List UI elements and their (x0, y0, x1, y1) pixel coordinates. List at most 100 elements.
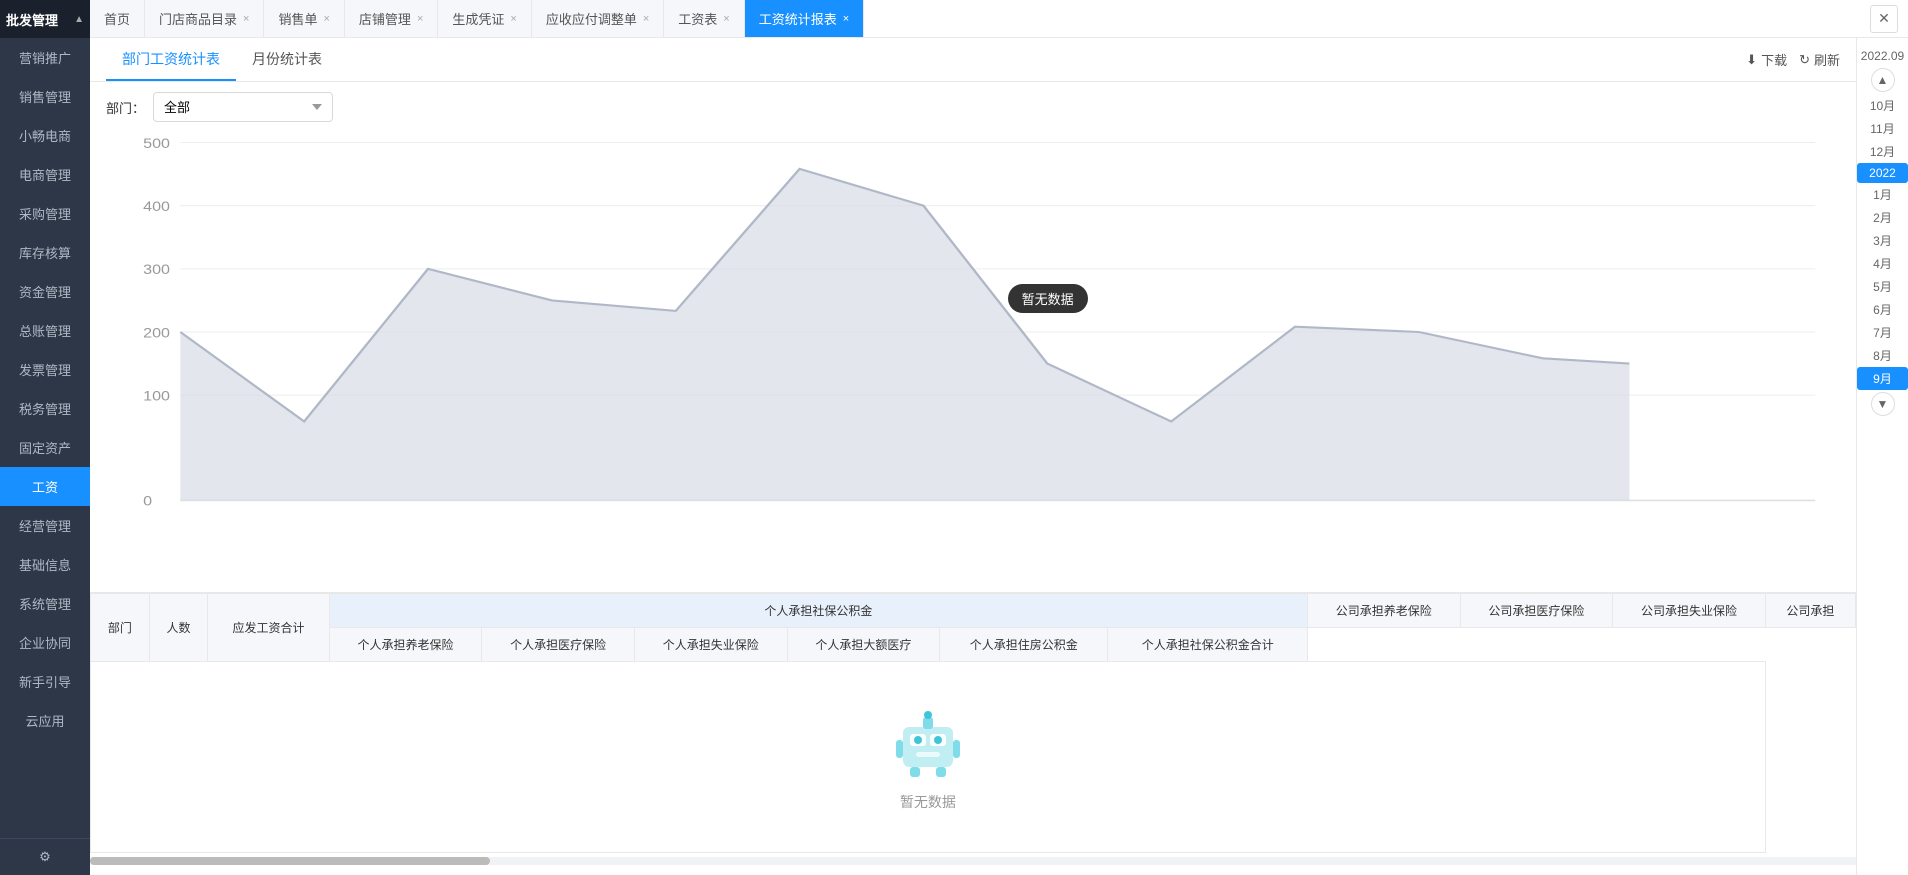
tl-month-3[interactable]: 3月 (1857, 229, 1908, 252)
tl-month-5[interactable]: 5月 (1857, 275, 1908, 298)
tab-close-工资统计报表[interactable]: × (843, 13, 849, 25)
chart-wrap: 500 400 300 200 100 0 (106, 132, 1840, 532)
tl-month-11[interactable]: 11月 (1857, 117, 1908, 140)
tab-close-门店商品目录[interactable]: × (243, 13, 249, 25)
no-data-text: 暂无数据 (131, 792, 1725, 812)
chart-area: 500 400 300 200 100 0 (90, 132, 1856, 592)
sidebar-title: 批发管理 (6, 10, 58, 29)
sidebar-item-基础信息[interactable]: 基础信息 (0, 545, 90, 584)
col-personal-insurance-header: 个人承担社保公积金 (329, 594, 1307, 628)
col-personal-unemployment: 个人承担失业保险 (634, 628, 787, 662)
tab-工资表[interactable]: 工资表× (664, 0, 744, 38)
col-personal-medical: 个人承担医疗保险 (482, 628, 635, 662)
tab-bar-end: ✕ (1866, 5, 1908, 33)
sidebar-toggle-icon[interactable]: ▲ (74, 14, 84, 25)
chart-tooltip: 暂无数据 (1008, 284, 1088, 313)
tl-month-10[interactable]: 10月 (1857, 94, 1908, 117)
sidebar-item-企业协同[interactable]: 企业协同 (0, 623, 90, 662)
tl-month-1[interactable]: 1月 (1857, 183, 1908, 206)
svg-text:300: 300 (143, 262, 170, 278)
close-window-btn[interactable]: ✕ (1870, 5, 1898, 33)
col-total-wage: 应发工资合计 (208, 594, 329, 662)
svg-text:500: 500 (143, 136, 170, 152)
col-personal-total: 个人承担社保公积金合计 (1108, 628, 1308, 662)
sub-tab-actions: ⬇ 下载 ↻ 刷新 (1746, 50, 1840, 69)
sidebar-item-库存核算[interactable]: 库存核算 (0, 233, 90, 272)
sidebar-item-销售管理[interactable]: 销售管理 (0, 77, 90, 116)
sidebar-item-发票管理[interactable]: 发票管理 (0, 350, 90, 389)
tab-门店商品目录[interactable]: 门店商品目录× (145, 0, 264, 38)
tab-生成凭证[interactable]: 生成凭证× (438, 0, 531, 38)
sidebar-item-云应用[interactable]: 云应用 (0, 701, 90, 740)
department-filter-select[interactable]: 全部 (153, 92, 333, 122)
filter-bar: 部门： 全部 (90, 82, 1856, 132)
tl-month-7[interactable]: 7月 (1857, 321, 1908, 344)
col-personal-housing: 个人承担住房公积金 (940, 628, 1108, 662)
main-area: 首页门店商品目录×销售单×店铺管理×生成凭证×应收应付调整单×工资表×工资统计报… (90, 0, 1908, 875)
stats-table: 部门 人数 应发工资合计 个人承担社保公积金 公司承担养老保险 公司承担医疗保险… (90, 593, 1856, 853)
sidebar-settings[interactable]: ⚙ (0, 838, 90, 875)
tab-店铺管理[interactable]: 店铺管理× (345, 0, 438, 38)
download-icon: ⬇ (1746, 52, 1757, 68)
col-company-pension: 公司承担养老保险 (1308, 594, 1461, 628)
content-area: 部门工资统计表 月份统计表 ⬇ 下载 ↻ 刷新 部门： 全部 (90, 38, 1908, 875)
tab-close-应收应付调整单[interactable]: × (643, 13, 649, 25)
svg-text:0: 0 (143, 494, 152, 510)
sidebar-item-营销推广[interactable]: 营销推广 (0, 38, 90, 77)
sub-tabs: 部门工资统计表 月份统计表 ⬇ 下载 ↻ 刷新 (90, 38, 1856, 82)
refresh-icon: ↻ (1799, 52, 1810, 68)
tab-close-店铺管理[interactable]: × (417, 13, 423, 25)
tab-close-生成凭证[interactable]: × (510, 13, 516, 25)
tl-month-4[interactable]: 4月 (1857, 252, 1908, 275)
sidebar-item-小畅电商[interactable]: 小畅电商 (0, 116, 90, 155)
tl-nav-down[interactable]: ▼ (1871, 392, 1895, 416)
download-btn[interactable]: ⬇ 下载 (1746, 50, 1787, 69)
sidebar-item-采购管理[interactable]: 采购管理 (0, 194, 90, 233)
col-company-other: 公司承担 (1765, 594, 1855, 628)
tab-close-工资表[interactable]: × (723, 13, 729, 25)
tab-销售单[interactable]: 销售单× (264, 0, 344, 38)
sidebar-item-总账管理[interactable]: 总账管理 (0, 311, 90, 350)
sub-tab-monthly[interactable]: 月份统计表 (236, 39, 338, 81)
svg-text:100: 100 (143, 389, 170, 405)
tl-year-label[interactable]: 2022.09 (1859, 46, 1906, 66)
timeline-panel: 2022.09 ▲ 10月 11月 12月 2022 1月 2月 3月 4月 5… (1856, 38, 1908, 875)
table-area[interactable]: 部门 人数 应发工资合计 个人承担社保公积金 公司承担养老保险 公司承担医疗保险… (90, 592, 1856, 875)
sidebar-item-新手引导[interactable]: 新手引导 (0, 662, 90, 701)
col-personal-pension: 个人承担养老保险 (329, 628, 482, 662)
sidebar-item-资金管理[interactable]: 资金管理 (0, 272, 90, 311)
sidebar-header[interactable]: 批发管理 ▲ (0, 0, 90, 38)
sidebar-item-经营管理[interactable]: 经营管理 (0, 506, 90, 545)
tab-首页[interactable]: 首页 (90, 0, 145, 38)
table-scrollbar-thumb[interactable] (90, 857, 490, 865)
col-department: 部门 (91, 594, 150, 662)
tab-close-销售单[interactable]: × (323, 13, 329, 25)
tl-month-12[interactable]: 12月 (1857, 140, 1908, 163)
tab-工资统计报表[interactable]: 工资统计报表× (745, 0, 864, 38)
tl-month-9[interactable]: 9月 (1857, 367, 1908, 390)
sub-tab-department[interactable]: 部门工资统计表 (106, 39, 236, 81)
sidebar: 批发管理 ▲ 营销推广销售管理小畅电商电商管理采购管理库存核算资金管理总账管理发… (0, 0, 90, 875)
tab-应收应付调整单[interactable]: 应收应付调整单× (532, 0, 664, 38)
tl-month-8[interactable]: 8月 (1857, 344, 1908, 367)
page-content: 部门工资统计表 月份统计表 ⬇ 下载 ↻ 刷新 部门： 全部 (90, 38, 1856, 875)
no-data-row: 暂无数据 (91, 662, 1856, 853)
sidebar-item-系统管理[interactable]: 系统管理 (0, 584, 90, 623)
tl-nav-up[interactable]: ▲ (1871, 68, 1895, 92)
sidebar-item-工资[interactable]: 工资 (0, 467, 90, 506)
chart-svg: 500 400 300 200 100 0 (106, 132, 1840, 532)
sidebar-item-电商管理[interactable]: 电商管理 (0, 155, 90, 194)
sidebar-item-固定资产[interactable]: 固定资产 (0, 428, 90, 467)
svg-text:200: 200 (143, 325, 170, 341)
tl-month-6[interactable]: 6月 (1857, 298, 1908, 321)
tab-bar: 首页门店商品目录×销售单×店铺管理×生成凭证×应收应付调整单×工资表×工资统计报… (90, 0, 1908, 38)
tl-month-2[interactable]: 2月 (1857, 206, 1908, 229)
col-company-medical: 公司承担医疗保险 (1460, 594, 1613, 628)
col-company-unemployment: 公司承担失业保险 (1613, 594, 1766, 628)
svg-text:400: 400 (143, 199, 170, 215)
department-filter-label: 部门： (106, 98, 145, 117)
refresh-btn[interactable]: ↻ 刷新 (1799, 50, 1840, 69)
col-personal-big-medical: 个人承担大额医疗 (787, 628, 940, 662)
sidebar-item-税务管理[interactable]: 税务管理 (0, 389, 90, 428)
tl-year-2022[interactable]: 2022 (1857, 163, 1908, 183)
